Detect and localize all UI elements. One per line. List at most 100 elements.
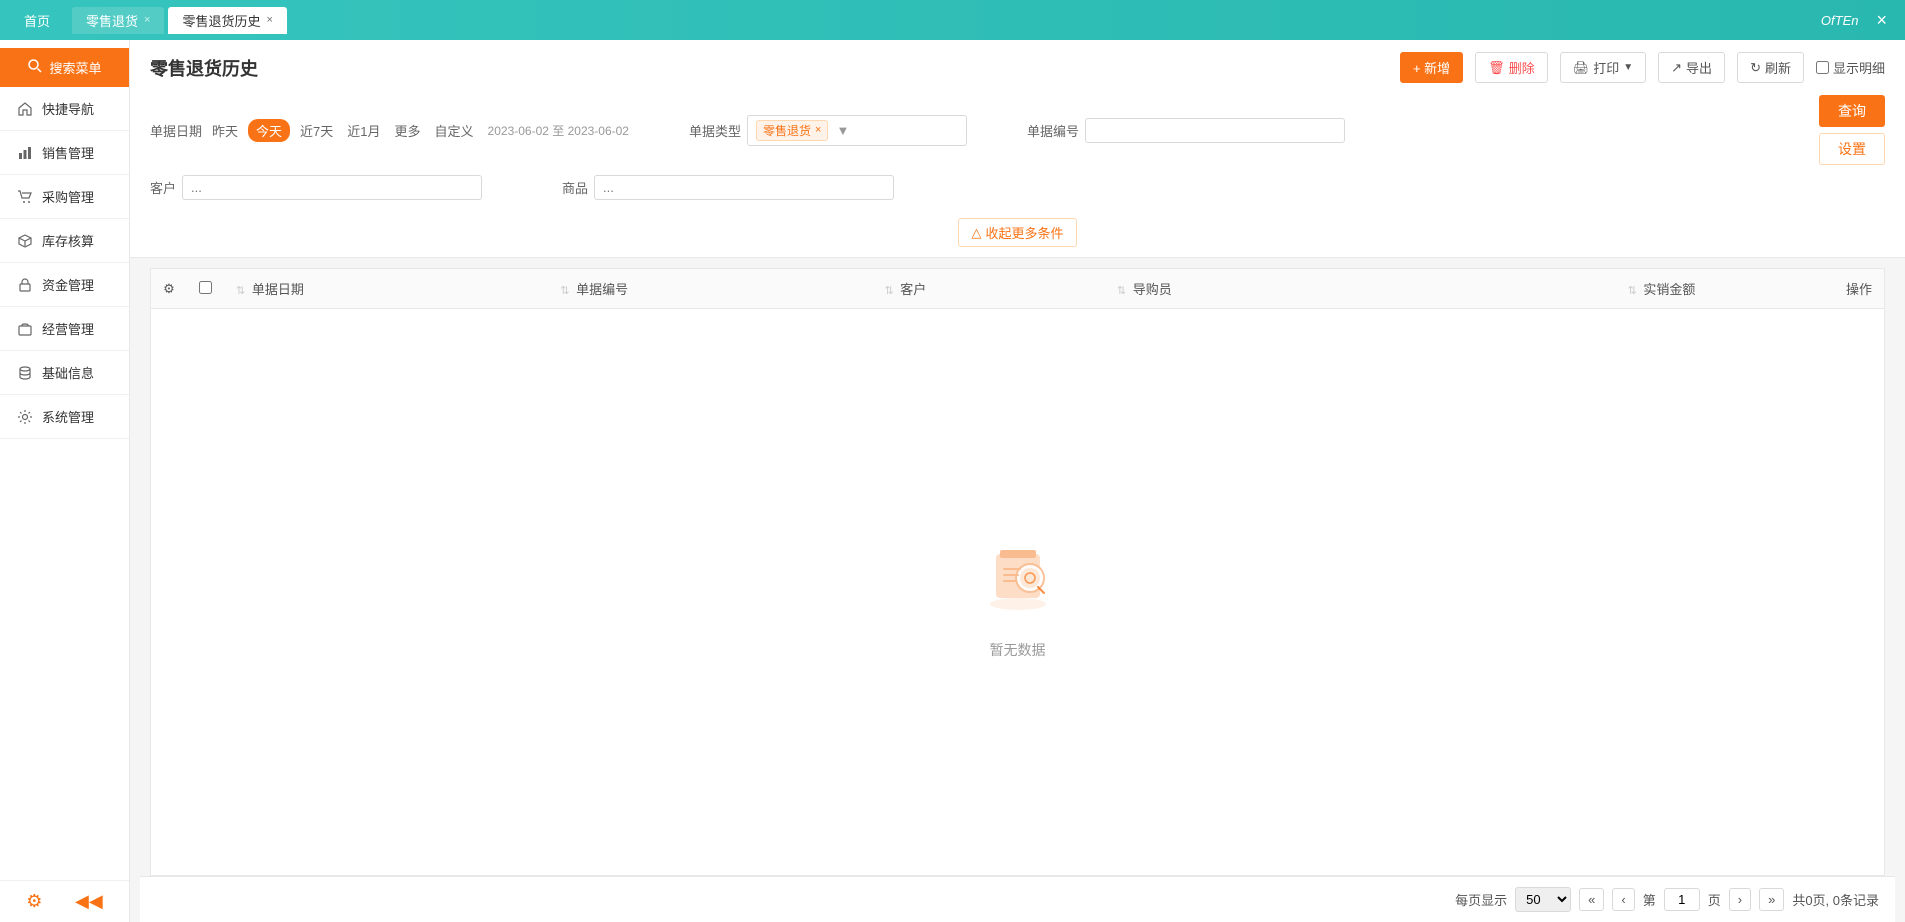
tab-retail-return-history-close[interactable]: × bbox=[266, 14, 272, 26]
often-label: OfTEn bbox=[1821, 13, 1859, 28]
show-detail-label: 显示明细 bbox=[1833, 58, 1885, 77]
sidebar-item-quick-nav-label: 快捷导航 bbox=[42, 99, 94, 118]
delete-button[interactable]: 🗑 删除 bbox=[1475, 52, 1548, 83]
select-all-checkbox[interactable] bbox=[199, 281, 212, 294]
date-sort-icon[interactable]: ⇅ bbox=[236, 285, 245, 297]
print-button[interactable]: 🖨 打印 ▼ bbox=[1560, 52, 1646, 83]
first-page-button[interactable]: « bbox=[1579, 888, 1604, 911]
date-range-display: 2023-06-02 至 2023-06-02 bbox=[488, 122, 629, 139]
filter-row-1: 单据日期 昨天 今天 近7天 近1月 更多 自定义 2023-06-02 至 2… bbox=[150, 95, 1885, 165]
prev-page-button[interactable]: ‹ bbox=[1612, 888, 1634, 911]
customer-input[interactable] bbox=[182, 175, 482, 200]
voucher-type-chevron-icon: ▼ bbox=[836, 123, 849, 138]
page-size-select[interactable]: 50 20 100 bbox=[1515, 887, 1571, 912]
home-icon bbox=[16, 100, 34, 118]
refresh-button[interactable]: ↻ 刷新 bbox=[1737, 52, 1804, 83]
sidebar-settings-icon[interactable]: ⚙ bbox=[26, 891, 42, 912]
sidebar-item-basic-info-label: 基础信息 bbox=[42, 363, 94, 382]
sidebar-item-purchase[interactable]: 采购管理 bbox=[0, 175, 129, 219]
empty-state: 暂无数据 bbox=[151, 309, 1884, 875]
th-guide-label: 导购员 bbox=[1133, 282, 1172, 297]
collapse-button[interactable]: △ 收起更多条件 bbox=[958, 218, 1076, 247]
export-button[interactable]: ↗ 导出 bbox=[1658, 52, 1725, 83]
box-icon bbox=[16, 232, 34, 250]
briefcase-icon bbox=[16, 320, 34, 338]
toolbar: + 新增 🗑 删除 🖨 打印 ▼ ↗ 导出 ↻ bbox=[1400, 52, 1885, 83]
sidebar-item-finance-label: 资金管理 bbox=[42, 275, 94, 294]
query-button[interactable]: 查询 bbox=[1819, 95, 1885, 127]
date-opt-yesterday[interactable]: 昨天 bbox=[208, 119, 242, 142]
th-settings: ⚙ bbox=[151, 269, 187, 309]
th-guide: ⇅ 导购员 bbox=[1105, 269, 1383, 309]
sidebar-search-label: 搜索菜单 bbox=[49, 58, 101, 77]
next-page-button[interactable]: › bbox=[1729, 888, 1751, 911]
chart-icon bbox=[16, 144, 34, 162]
tab-retail-return-history-label: 零售退货历史 bbox=[182, 11, 260, 30]
amount-sort-icon[interactable]: ⇅ bbox=[1628, 285, 1637, 297]
voucher-type-tag-close[interactable]: × bbox=[815, 124, 821, 136]
th-actions-label: 操作 bbox=[1846, 282, 1872, 297]
tab-retail-return-close[interactable]: × bbox=[144, 14, 150, 26]
voucher-type-filter: 单据类型 零售退货 × ▼ bbox=[689, 115, 967, 146]
sidebar-item-finance[interactable]: 资金管理 bbox=[0, 263, 129, 307]
page-label: 页 bbox=[1708, 890, 1721, 909]
db-icon bbox=[16, 364, 34, 382]
settings-button[interactable]: 设置 bbox=[1819, 133, 1885, 165]
date-opt-more[interactable]: 更多 bbox=[391, 119, 425, 142]
sidebar-item-basic-info[interactable]: 基础信息 bbox=[0, 351, 129, 395]
tab-list: 零售退货 × 零售退货历史 × bbox=[72, 7, 1821, 34]
date-opt-7days[interactable]: 近7天 bbox=[296, 119, 337, 142]
voucher-no-input[interactable] bbox=[1085, 118, 1345, 143]
date-opt-today[interactable]: 今天 bbox=[248, 119, 290, 142]
table-settings-icon[interactable]: ⚙ bbox=[163, 281, 175, 296]
voucher-type-tag: 零售退货 × bbox=[756, 120, 828, 141]
last-page-button[interactable]: » bbox=[1759, 888, 1784, 911]
print-icon: 🖨 bbox=[1573, 60, 1590, 76]
home-tab[interactable]: 首页 bbox=[10, 7, 64, 34]
page-number-input[interactable] bbox=[1664, 888, 1700, 911]
goods-filter: 商品 bbox=[562, 175, 894, 200]
empty-state-label: 暂无数据 bbox=[990, 640, 1046, 660]
date-options: 昨天 今天 近7天 近1月 更多 自定义 bbox=[208, 119, 478, 142]
date-opt-1month[interactable]: 近1月 bbox=[343, 119, 384, 142]
sidebar-item-sales[interactable]: 销售管理 bbox=[0, 131, 129, 175]
guide-sort-icon[interactable]: ⇅ bbox=[1117, 285, 1126, 297]
sidebar-item-system[interactable]: 系统管理 bbox=[0, 395, 129, 439]
goods-input[interactable] bbox=[594, 175, 894, 200]
sidebar-bottom: ⚙ ◀◀ bbox=[0, 880, 129, 922]
customer-filter: 客户 bbox=[150, 175, 482, 200]
voucher-type-tag-label: 零售退货 bbox=[763, 122, 811, 139]
table-container: ⚙ ⇅ 单据日期 ⇅ bbox=[150, 268, 1885, 876]
voucher-type-select[interactable]: 零售退货 × ▼ bbox=[747, 115, 967, 146]
sidebar-item-quick-nav[interactable]: 快捷导航 bbox=[0, 87, 129, 131]
window-close-button[interactable]: × bbox=[1868, 10, 1895, 31]
content-area: 零售退货历史 + 新增 🗑 删除 🖨 打印 ▼ ↗ 导出 bbox=[130, 40, 1905, 922]
date-opt-custom[interactable]: 自定义 bbox=[431, 119, 478, 142]
refresh-icon: ↻ bbox=[1750, 60, 1761, 76]
voucher-type-label: 单据类型 bbox=[689, 121, 741, 140]
th-date: ⇅ 单据日期 bbox=[224, 269, 548, 309]
show-detail-checkbox[interactable] bbox=[1816, 61, 1829, 74]
tab-retail-return[interactable]: 零售退货 × bbox=[72, 7, 164, 34]
filter-section: 零售退货历史 + 新增 🗑 删除 🖨 打印 ▼ ↗ 导出 bbox=[130, 40, 1905, 258]
table-area: ⚙ ⇅ 单据日期 ⇅ bbox=[140, 258, 1895, 922]
sidebar-search[interactable]: 搜索菜单 bbox=[0, 48, 129, 87]
tab-retail-return-history[interactable]: 零售退货历史 × bbox=[168, 7, 286, 34]
new-button[interactable]: + 新增 bbox=[1400, 52, 1463, 83]
customer-label: 客户 bbox=[150, 178, 176, 197]
lock-icon bbox=[16, 276, 34, 294]
th-customer: ⇅ 客户 bbox=[872, 269, 1104, 309]
sidebar-item-operations[interactable]: 经营管理 bbox=[0, 307, 129, 351]
main-layout: 搜索菜单 快捷导航 销售管理 采购管理 库存核算 bbox=[0, 40, 1905, 922]
show-detail-checkbox-wrapper: 显示明细 bbox=[1816, 58, 1885, 77]
voucher-no-filter: 单据编号 bbox=[1027, 118, 1345, 143]
no-sort-icon[interactable]: ⇅ bbox=[560, 285, 569, 297]
filter-row-2: 客户 商品 bbox=[150, 175, 1885, 200]
sidebar-volume-icon[interactable]: ◀◀ bbox=[75, 891, 103, 912]
data-table: ⚙ ⇅ 单据日期 ⇅ bbox=[151, 269, 1884, 309]
customer-sort-icon[interactable]: ⇅ bbox=[884, 285, 893, 297]
sidebar-item-inventory[interactable]: 库存核算 bbox=[0, 219, 129, 263]
th-date-label: 单据日期 bbox=[252, 282, 304, 297]
top-bar-right: OfTEn × bbox=[1821, 10, 1895, 31]
table-header-row: ⚙ ⇅ 单据日期 ⇅ bbox=[151, 269, 1884, 309]
